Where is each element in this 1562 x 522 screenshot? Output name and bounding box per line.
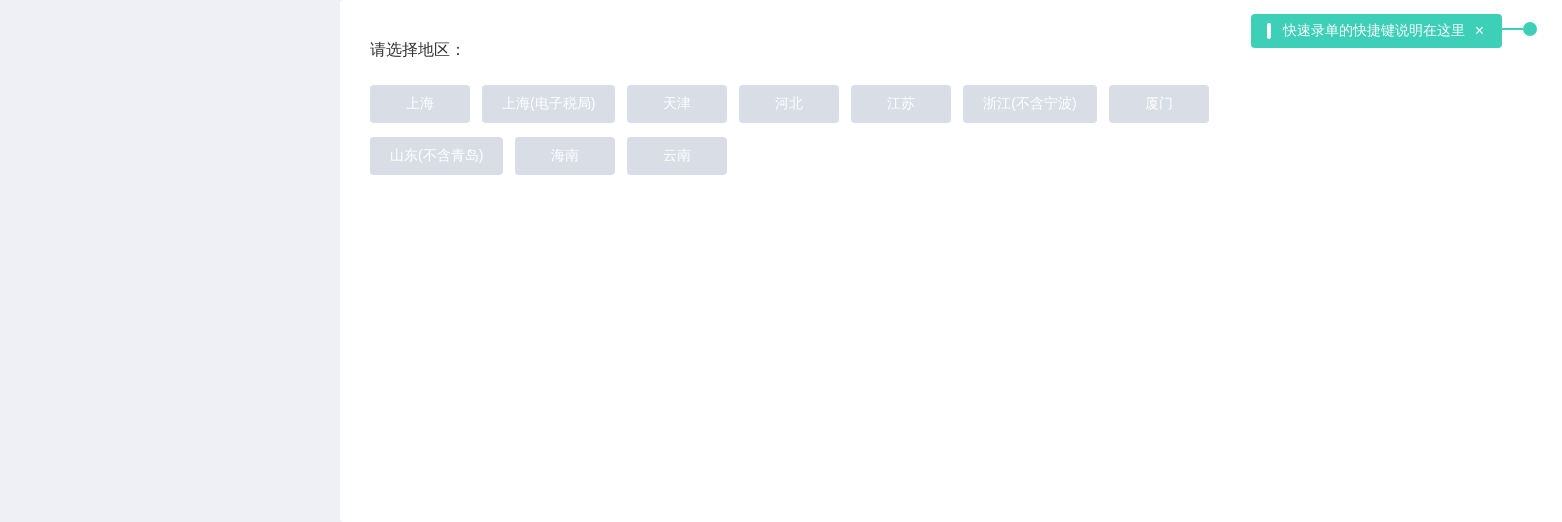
region-btn-shandong[interactable]: 山东(不含青岛) <box>370 137 503 175</box>
region-btn-shanghai-e-tax[interactable]: 上海(电子税局) <box>482 85 615 123</box>
region-btn-hainan[interactable]: 海南 <box>515 137 615 175</box>
region-btn-tianjin[interactable]: 天津 <box>627 85 727 123</box>
region-btn-hebei[interactable]: 河北 <box>739 85 839 123</box>
main-content: 请选择地区： 上海上海(电子税局)天津河北江苏浙江(不含宁波)厦门 山东(不含青… <box>340 0 1562 522</box>
tooltip-banner: 快速录单的快捷键说明在这里 × <box>1251 14 1502 48</box>
dot-indicator <box>1523 22 1537 36</box>
sidebar <box>0 0 340 522</box>
region-row-1: 上海上海(电子税局) 天津河北江苏浙江(不含宁波) 厦门 <box>370 85 1532 123</box>
connector-line <box>1501 28 1523 30</box>
tooltip-close-button[interactable]: × <box>1473 23 1486 39</box>
region-btn-shanghai[interactable]: 上海 <box>370 85 470 123</box>
tooltip-bar-icon <box>1267 23 1271 39</box>
region-btn-zhejiang[interactable]: 浙江(不含宁波) <box>963 85 1096 123</box>
region-btn-jiangsu[interactable]: 江苏 <box>851 85 951 123</box>
region-row-2: 山东(不含青岛) 海南云南 <box>370 137 1532 175</box>
region-btn-yunnan[interactable]: 云南 <box>627 137 727 175</box>
tooltip-text: 快速录单的快捷键说明在这里 <box>1283 22 1465 40</box>
region-btn-xiamen[interactable]: 厦门 <box>1109 85 1209 123</box>
